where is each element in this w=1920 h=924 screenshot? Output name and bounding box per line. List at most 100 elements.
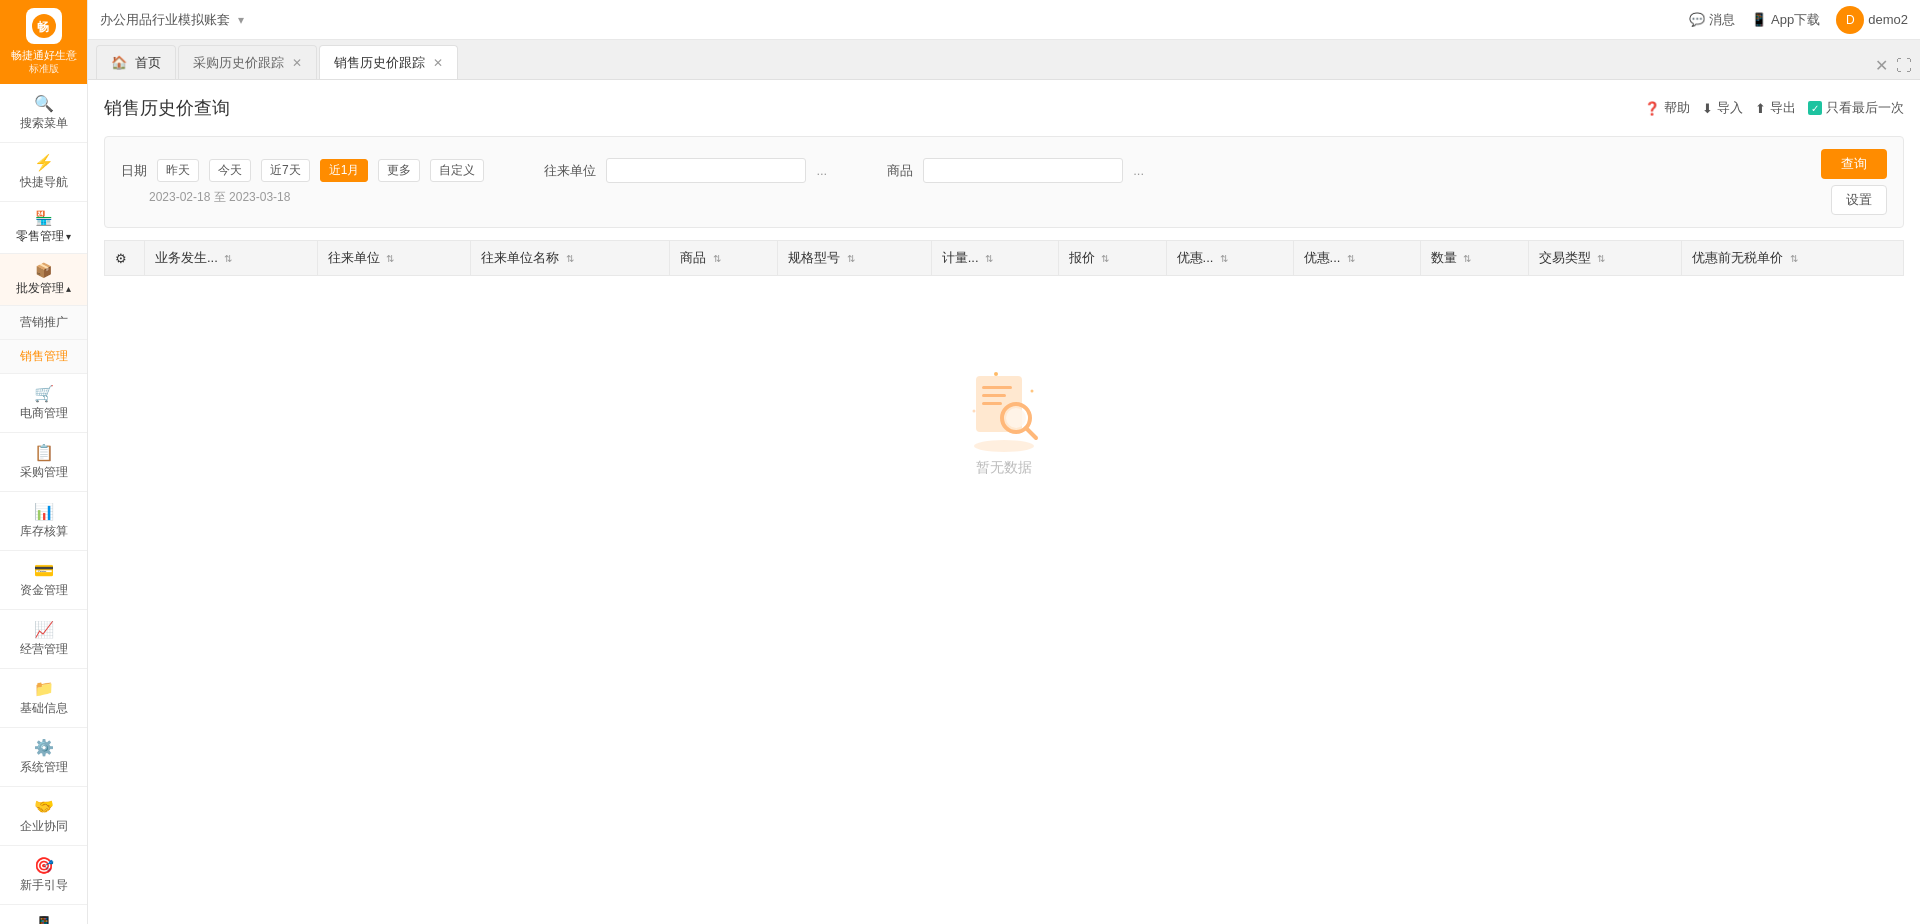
col-spec[interactable]: 规格型号 ⇅ — [778, 241, 932, 276]
empty-text: 暂无数据 — [976, 459, 1032, 477]
sidebar-item-search[interactable]: 🔍 搜索菜单 — [0, 84, 87, 143]
date-7days-btn[interactable]: 近7天 — [261, 159, 310, 182]
maximize-button[interactable]: ⛶ — [1896, 57, 1912, 75]
col-trade-type[interactable]: 交易类型 ⇅ — [1528, 241, 1682, 276]
app-download-button[interactable]: 📱 App下载 — [1751, 11, 1820, 29]
sidebar-item-guide[interactable]: 🎯 新手引导 — [0, 846, 87, 905]
date-custom-btn[interactable]: 自定义 — [430, 159, 484, 182]
tab-purchase-close[interactable]: ✕ — [292, 57, 302, 69]
sidebar-item-inventory[interactable]: 📊 库存核算 — [0, 492, 87, 551]
date-filter-label: 日期 — [121, 162, 147, 180]
export-button[interactable]: ⬆ 导出 — [1755, 99, 1796, 117]
sidebar-label-system: 系统管理 — [4, 759, 83, 776]
page-actions: ❓ 帮助 ⬇ 导入 ⬆ 导出 ✓ 只看最后一次 — [1644, 99, 1904, 117]
tab-home-label: 首页 — [135, 54, 161, 72]
col-discount1[interactable]: 优惠... ⇅ — [1166, 241, 1293, 276]
query-button[interactable]: 查询 — [1821, 149, 1887, 179]
partner-more-icon[interactable]: ... — [816, 163, 827, 178]
svg-point-2 — [974, 440, 1034, 452]
svg-point-10 — [994, 372, 998, 376]
table-container: ⚙ 业务发生... ⇅ 往来单位 ⇅ 往来单位名称 ⇅ — [104, 240, 1904, 557]
sidebar-sub-wholesale: 营销推广 销售管理 — [0, 306, 87, 374]
workspace-title: 办公用品行业模拟账套 — [100, 11, 230, 29]
col-partner-name[interactable]: 往来单位名称 ⇅ — [471, 241, 670, 276]
avatar-text: D — [1846, 13, 1855, 27]
col-settings[interactable]: ⚙ — [105, 241, 145, 276]
import-button[interactable]: ⬇ 导入 — [1702, 99, 1743, 117]
tab-bar: 🏠 首页 采购历史价跟踪 ✕ 销售历史价跟踪 ✕ ✕ ⛶ — [88, 40, 1920, 80]
product-input[interactable] — [923, 158, 1123, 183]
tab-sales-history[interactable]: 销售历史价跟踪 ✕ — [319, 45, 458, 79]
col-qty[interactable]: 数量 ⇅ — [1420, 241, 1528, 276]
message-button[interactable]: 💬 消息 — [1689, 11, 1735, 29]
sidebar-item-wholesale[interactable]: 📦 批发管理 ▴ — [0, 254, 87, 306]
tab-purchase-history[interactable]: 采购历史价跟踪 ✕ — [178, 45, 317, 79]
svg-rect-5 — [982, 394, 1006, 397]
col-discount2[interactable]: 优惠... ⇅ — [1293, 241, 1420, 276]
col-biz-date[interactable]: 业务发生... ⇅ — [145, 241, 318, 276]
filter-row-date: 日期 昨天 今天 近7天 近1月 更多 自定义 往来单位 ... 商品 ... — [121, 158, 1809, 183]
close-all-tabs-button[interactable]: ✕ — [1875, 56, 1888, 75]
sort-icon-discount2: ⇅ — [1347, 253, 1355, 264]
sidebar-item-purchase[interactable]: 📋 采购管理 — [0, 433, 87, 492]
col-spec-label: 规格型号 — [788, 250, 840, 265]
operations-icon: 📈 — [4, 620, 83, 639]
sidebar-item-operations[interactable]: 📈 经营管理 — [0, 610, 87, 669]
page-title-bar: 销售历史价查询 ❓ 帮助 ⬇ 导入 ⬆ 导出 ✓ 只看最后一次 — [104, 96, 1904, 120]
sidebar-item-shortcut[interactable]: ⚡ 快捷导航 — [0, 143, 87, 202]
partner-filter-label: 往来单位 — [544, 162, 596, 180]
sidebar-label-retail: 零售管理 — [16, 228, 64, 245]
basic-icon: 📁 — [4, 679, 83, 698]
sidebar-label-marketing: 营销推广 — [20, 315, 68, 329]
avatar: D — [1836, 6, 1864, 34]
sidebar-item-finance[interactable]: 💳 资金管理 — [0, 551, 87, 610]
date-more-btn[interactable]: 更多 — [378, 159, 420, 182]
sidebar-item-marketing[interactable]: 营销推广 — [0, 306, 87, 340]
date-1month-btn[interactable]: 近1月 — [320, 159, 369, 182]
sidebar-item-ecommerce[interactable]: 🛒 电商管理 — [0, 374, 87, 433]
col-unit-label: 计量... — [942, 250, 979, 265]
sidebar-item-sales[interactable]: 销售管理 — [0, 340, 87, 374]
table-head: ⚙ 业务发生... ⇅ 往来单位 ⇅ 往来单位名称 ⇅ — [105, 241, 1904, 276]
filter-area: 日期 昨天 今天 近7天 近1月 更多 自定义 往来单位 ... 商品 ... — [104, 136, 1904, 228]
sidebar-item-basic[interactable]: 📁 基础信息 — [0, 669, 87, 728]
only-last-checkbox[interactable]: ✓ 只看最后一次 — [1808, 99, 1904, 117]
sidebar-item-apps[interactable]: 📱 应用中心 — [0, 905, 87, 924]
help-button[interactable]: ❓ 帮助 — [1644, 99, 1690, 117]
tab-sales-close[interactable]: ✕ — [433, 57, 443, 69]
svg-rect-6 — [982, 402, 1002, 405]
tab-purchase-label: 采购历史价跟踪 — [193, 54, 284, 72]
sidebar-item-retail[interactable]: 🏪 零售管理 ▾ — [0, 202, 87, 254]
app-logo[interactable]: 畅 畅捷通好生意 标准版 — [0, 0, 87, 84]
col-partner-code[interactable]: 往来单位 ⇅ — [317, 241, 471, 276]
search-icon: 🔍 — [4, 94, 83, 113]
table-header-row: ⚙ 业务发生... ⇅ 往来单位 ⇅ 往来单位名称 ⇅ — [105, 241, 1904, 276]
tab-home[interactable]: 🏠 首页 — [96, 45, 176, 79]
col-biz-date-label: 业务发生... — [155, 250, 218, 265]
sort-icon-unit: ⇅ — [985, 253, 993, 264]
col-pretax-price[interactable]: 优惠前无税单价 ⇅ — [1682, 241, 1904, 276]
col-unit[interactable]: 计量... ⇅ — [931, 241, 1058, 276]
apps-icon: 📱 — [4, 915, 83, 924]
empty-state: 暂无数据 — [105, 276, 1904, 557]
help-icon: ❓ — [1644, 101, 1660, 116]
user-profile[interactable]: D demo2 — [1836, 6, 1908, 34]
sidebar-item-system[interactable]: ⚙️ 系统管理 — [0, 728, 87, 787]
product-more-icon[interactable]: ... — [1133, 163, 1144, 178]
col-discount2-label: 优惠... — [1304, 250, 1341, 265]
table-body: 暂无数据 — [105, 276, 1904, 558]
header-left: 办公用品行业模拟账套 ▾ — [100, 11, 244, 29]
workspace-dropdown[interactable]: ▾ — [238, 13, 244, 27]
date-today-btn[interactable]: 今天 — [209, 159, 251, 182]
date-yesterday-btn[interactable]: 昨天 — [157, 159, 199, 182]
col-product[interactable]: 商品 ⇅ — [670, 241, 778, 276]
col-price[interactable]: 报价 ⇅ — [1058, 241, 1166, 276]
filter-settings-button[interactable]: 设置 — [1831, 185, 1887, 215]
partner-input[interactable] — [606, 158, 806, 183]
sidebar-item-enterprise[interactable]: 🤝 企业协同 — [0, 787, 87, 846]
col-partner-code-label: 往来单位 — [328, 250, 380, 265]
sidebar-label-shortcut: 快捷导航 — [4, 174, 83, 191]
svg-text:畅: 畅 — [37, 20, 49, 34]
sort-icon-qty: ⇅ — [1463, 253, 1471, 264]
sidebar-label-basic: 基础信息 — [4, 700, 83, 717]
